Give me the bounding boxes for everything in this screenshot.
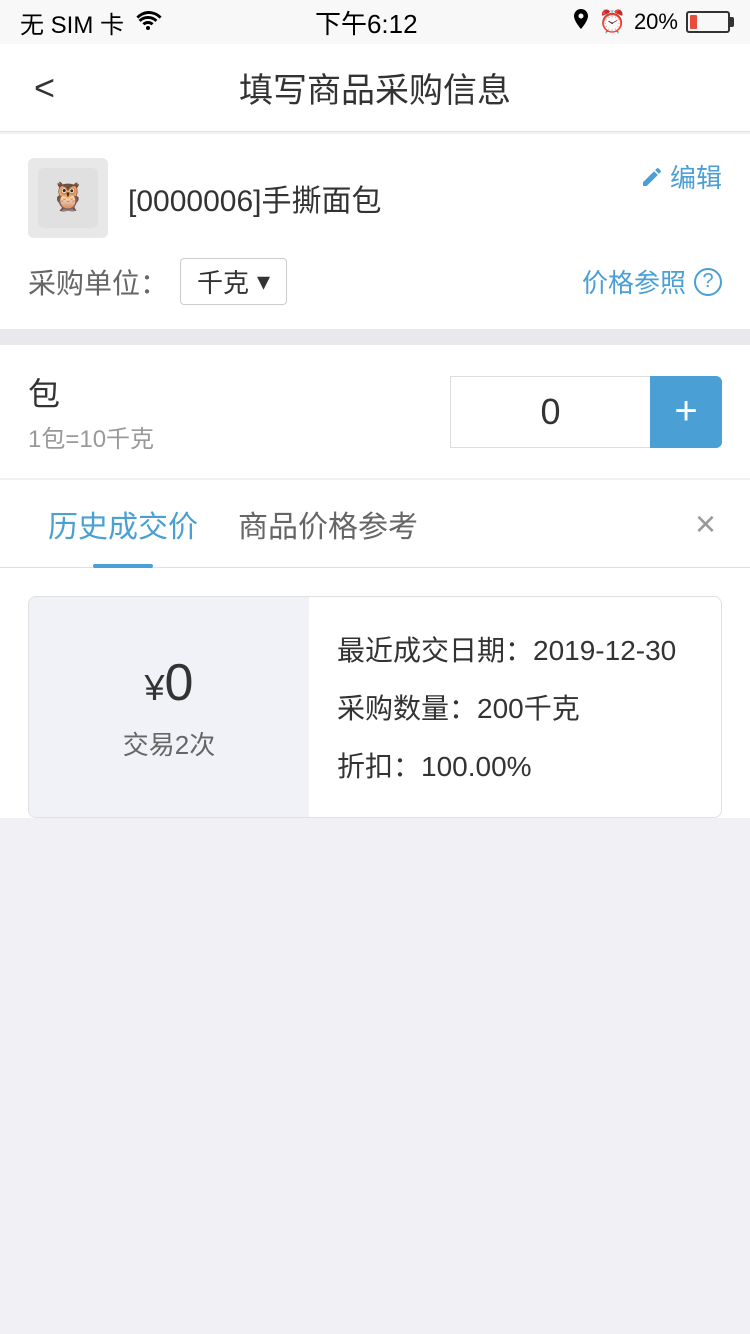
alarm-icon: ⏰ xyxy=(599,9,626,35)
product-thumbnail: 🦉 xyxy=(28,158,108,238)
divider xyxy=(0,329,750,345)
product-section: 🦉 [0000006]手撕面包 编辑 采购单位： 千克 ▾ 价格参照 ? xyxy=(0,134,750,329)
purchase-qty-value: 200千克 xyxy=(477,693,580,724)
tab-price-ref-label: 商品价格参考 xyxy=(238,502,418,546)
tab-history-price[interactable]: 历史成交价 xyxy=(28,480,218,568)
unit-label: 采购单位： xyxy=(28,262,168,302)
currency-symbol: ¥ xyxy=(145,667,165,708)
history-card-right: 最近成交日期：2019-12-30 采购数量：200千克 折扣：100.00% xyxy=(309,597,721,817)
quantity-info: 包 1包=10千克 xyxy=(28,369,154,454)
panel-tabs: 历史成交价 商品价格参考 × xyxy=(0,480,750,568)
edit-label: 编辑 xyxy=(670,158,722,195)
carrier-text: 无 SIM 卡 xyxy=(20,5,124,40)
product-left: 🦉 [0000006]手撕面包 xyxy=(28,158,381,238)
product-name: [0000006]手撕面包 xyxy=(128,176,381,220)
quantity-unit-info: 1包=10千克 xyxy=(28,419,154,454)
price-ref-label: 价格参照 xyxy=(582,263,686,300)
recent-date-row: 最近成交日期：2019-12-30 xyxy=(337,629,693,669)
battery-icon xyxy=(686,11,730,33)
info-icon: ? xyxy=(694,268,722,296)
wifi-icon xyxy=(134,8,162,37)
status-right: ⏰ 20% xyxy=(571,8,730,36)
dropdown-arrow-icon: ▾ xyxy=(257,266,270,297)
tab-price-ref[interactable]: 商品价格参考 xyxy=(218,480,438,568)
location-icon xyxy=(571,8,591,36)
nav-bar: < 填写商品采购信息 xyxy=(0,44,750,132)
status-bar: 无 SIM 卡 下午6:12 ⏰ 20% xyxy=(0,0,750,44)
quantity-input-group: 0 + xyxy=(450,376,722,448)
purchase-qty-row: 采购数量：200千克 xyxy=(337,687,693,727)
edit-button[interactable]: 编辑 xyxy=(640,158,722,195)
svg-text:🦉: 🦉 xyxy=(51,181,86,213)
recent-date-label: 最近成交日期： xyxy=(337,635,533,666)
purchase-qty-label: 采购数量： xyxy=(337,693,477,724)
unit-value: 千克 xyxy=(197,263,249,300)
unit-select-button[interactable]: 千克 ▾ xyxy=(180,258,287,305)
page-title: 填写商品采购信息 xyxy=(239,63,511,112)
history-price: ¥0 xyxy=(145,653,194,713)
status-left: 无 SIM 卡 xyxy=(20,5,162,40)
panel-section: 历史成交价 商品价格参考 × ¥0 交易2次 最近成交日期：2019-12-30… xyxy=(0,480,750,818)
battery-percentage: 20% xyxy=(634,9,678,35)
product-header: 🦉 [0000006]手撕面包 编辑 xyxy=(28,158,722,238)
quantity-section: 包 1包=10千克 0 + xyxy=(0,345,750,478)
discount-value: 100.00% xyxy=(421,751,532,782)
price-value: 0 xyxy=(165,654,194,712)
recent-date-value: 2019-12-30 xyxy=(533,635,676,666)
trade-count: 交易2次 xyxy=(123,725,215,762)
quantity-plus-button[interactable]: + xyxy=(650,376,722,448)
history-card-left: ¥0 交易2次 xyxy=(29,597,309,817)
product-unit-row: 采购单位： 千克 ▾ 价格参照 ? xyxy=(28,258,722,305)
tab-history-label: 历史成交价 xyxy=(48,502,198,546)
status-time: 下午6:12 xyxy=(315,4,418,41)
back-button[interactable]: < xyxy=(24,57,65,119)
price-ref-button[interactable]: 价格参照 ? xyxy=(582,263,722,300)
history-card: ¥0 交易2次 最近成交日期：2019-12-30 采购数量：200千克 折扣：… xyxy=(28,596,722,818)
close-button[interactable]: × xyxy=(685,493,726,555)
discount-label: 折扣： xyxy=(337,751,421,782)
discount-row: 折扣：100.00% xyxy=(337,745,693,785)
unit-selector: 采购单位： 千克 ▾ xyxy=(28,258,287,305)
quantity-unit-name: 包 xyxy=(28,369,154,415)
quantity-input[interactable]: 0 xyxy=(450,376,650,448)
